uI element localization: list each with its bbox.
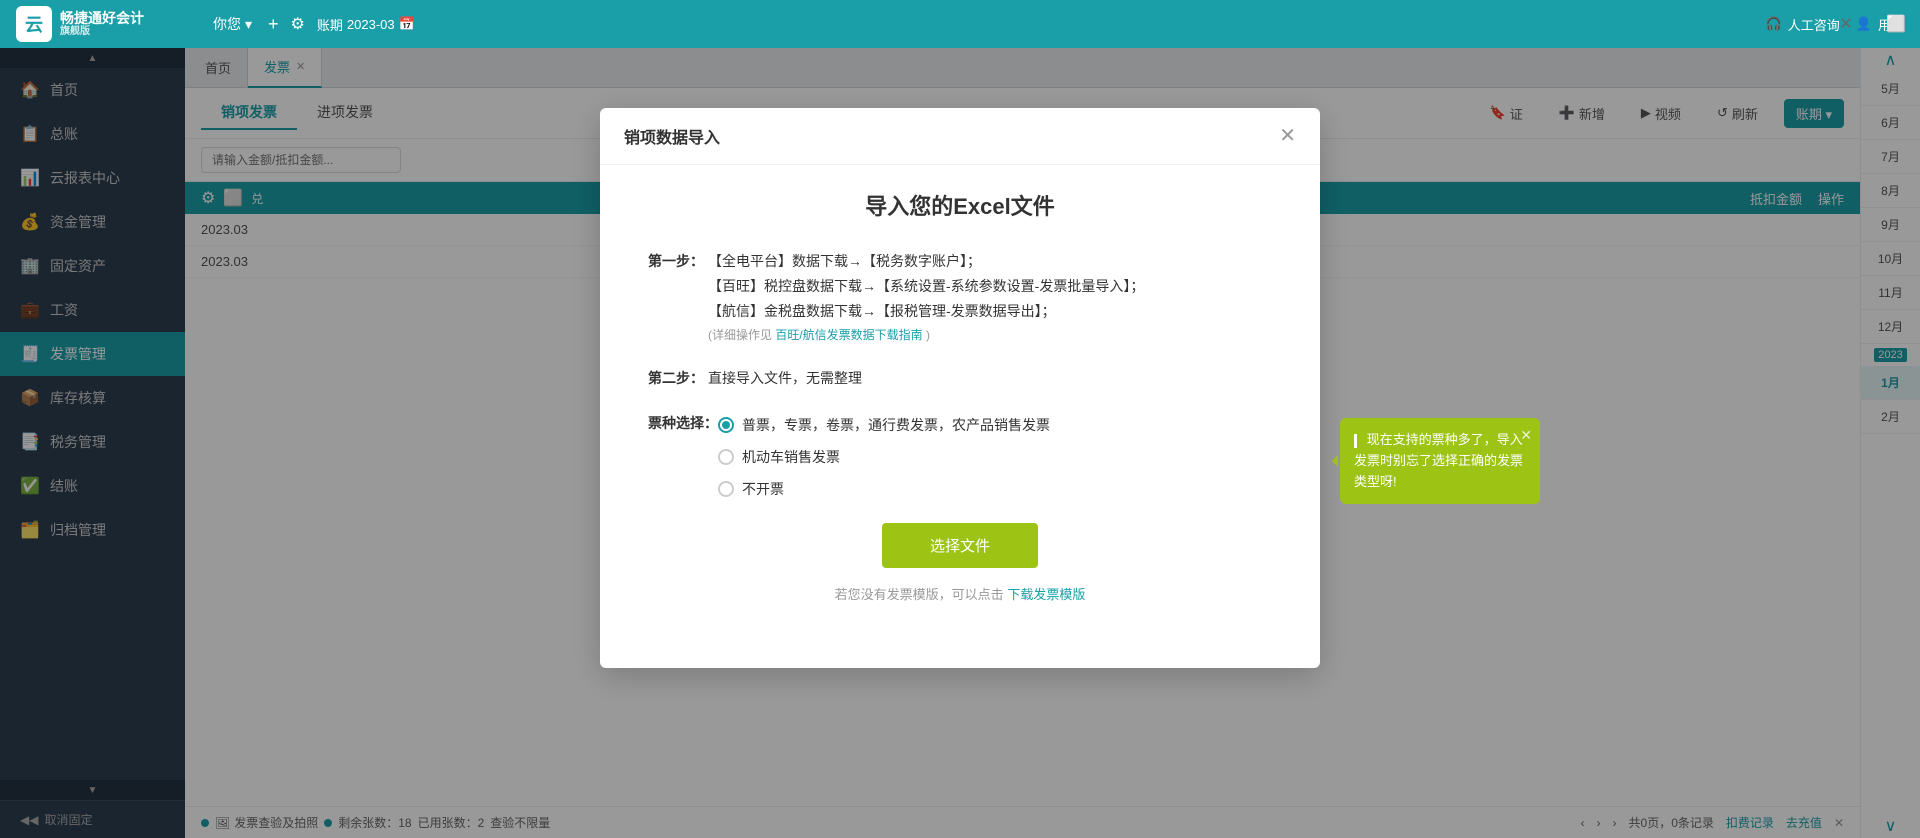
maximize-window-button[interactable]: ⬜ [1872, 0, 1920, 48]
step2-row: 第二步： 直接导入文件，无需整理 [648, 366, 1272, 391]
radio-motor-label: 机动车销售发票 [742, 447, 840, 467]
radio-motor[interactable]: 机动车销售发票 [718, 447, 1050, 467]
footer-hint: 若您没有发票模版，可以点击 [835, 587, 1004, 602]
maximize-window-icon: ⬜ [1886, 14, 1906, 34]
settings-icon[interactable]: ⚙ [291, 14, 305, 34]
radio-noticket-circle [718, 481, 734, 497]
radio-noticket[interactable]: 不开票 [718, 479, 1050, 499]
step1-content: 【全电平台】数据下载→【税务数字账户】； 【百旺】税控盘数据下载→【系统设置-系… [708, 249, 1144, 346]
period-display: 账期 2023-03 📅 [317, 15, 415, 34]
step2-content: 直接导入文件，无需整理 [708, 366, 862, 391]
period-label: 账期 [317, 15, 343, 34]
logo-text: 畅捷通好会计 旗舰版 [60, 10, 144, 39]
step2-label: 第二步： [648, 366, 708, 388]
top-header: 云 畅捷通好会计 旗舰版 你您 ▾ + ⚙ 账期 2023-03 📅 🎧 人工咨… [0, 0, 1920, 48]
radio-motor-circle [718, 449, 734, 465]
company-selector[interactable]: 你您 ▾ [213, 14, 252, 34]
radio-normal-dot [722, 421, 730, 429]
close-window-icon: ✕ [1839, 14, 1852, 34]
step1-line-3: 【航信】金税盘数据下载→【报税管理-发票数据导出】； [708, 299, 1144, 324]
ticket-type-label: 票种选择： [648, 411, 718, 433]
import-modal: 销项数据导入 ✕ 导入您的Excel文件 第一步： 【全电平台】数据下载→【税务… [600, 108, 1320, 668]
modal-header: 销项数据导入 ✕ [600, 108, 1320, 165]
step1-hint: (详细操作见 百旺/航信发票数据下载指南 ) [708, 325, 1144, 347]
company-dropdown-icon: ▾ [245, 16, 252, 33]
logo-main-text: 畅捷通好会计 [60, 10, 144, 27]
radio-group: 普票，专票，卷票，通行费发票，农产品销售发票 机动车销售发票 不开票 [718, 415, 1050, 499]
logo-area: 云 畅捷通好会计 旗舰版 [16, 6, 201, 42]
logo-icon: 云 [16, 6, 52, 42]
window-controls: ✕ ⬜ [1822, 0, 1920, 48]
tooltip-bar [1354, 434, 1357, 448]
modal-main-title: 导入您的Excel文件 [648, 189, 1272, 221]
calendar-icon[interactable]: 📅 [399, 16, 415, 32]
select-file-button[interactable]: 选择文件 [882, 523, 1038, 568]
headset-icon: 🎧 [1766, 16, 1782, 32]
modal-close-button[interactable]: ✕ [1279, 126, 1296, 146]
radio-noticket-label: 不开票 [742, 479, 784, 499]
tooltip-bubble: ✕ 现在支持的票种多了，导入发票时别忘了选择正确的发票类型呀! [1340, 418, 1540, 504]
step1-line-2: 【百旺】税控盘数据下载→【系统设置-系统参数设置-发票批量导入】； [708, 274, 1144, 299]
tooltip-close-button[interactable]: ✕ [1520, 424, 1532, 446]
radio-normal-circle [718, 417, 734, 433]
step1-line-1: 【全电平台】数据下载→【税务数字账户】； [708, 249, 1144, 274]
tooltip-text: 现在支持的票种多了，导入发票时别忘了选择正确的发票类型呀! [1354, 432, 1523, 489]
modal-body: 导入您的Excel文件 第一步： 【全电平台】数据下载→【税务数字账户】； 【百… [600, 165, 1320, 635]
download-template-link[interactable]: 下载发票模版 [1007, 587, 1085, 602]
step1-label: 第一步： [648, 249, 708, 271]
download-guide-link[interactable]: 百旺/航信发票数据下载指南 [775, 328, 922, 342]
radio-normal[interactable]: 普票，专票，卷票，通行费发票，农产品销售发票 [718, 415, 1050, 435]
logo-sub-text: 旗舰版 [60, 26, 144, 38]
radio-normal-label: 普票，专票，卷票，通行费发票，农产品销售发票 [742, 415, 1050, 435]
period-value: 2023-03 [347, 17, 395, 32]
ticket-type-row: 票种选择： 普票，专票，卷票，通行费发票，农产品销售发票 机动车销售发票 [648, 411, 1272, 499]
step1-row: 第一步： 【全电平台】数据下载→【税务数字账户】； 【百旺】税控盘数据下载→【系… [648, 249, 1272, 346]
company-name: 你您 [213, 14, 241, 34]
close-window-button[interactable]: ✕ [1822, 0, 1870, 48]
modal-footer: 若您没有发票模版，可以点击 下载发票模版 [648, 584, 1272, 603]
modal-overlay: 销项数据导入 ✕ 导入您的Excel文件 第一步： 【全电平台】数据下载→【税务… [0, 48, 1920, 838]
add-button[interactable]: + [268, 14, 279, 35]
modal-title: 销项数据导入 [624, 124, 720, 148]
